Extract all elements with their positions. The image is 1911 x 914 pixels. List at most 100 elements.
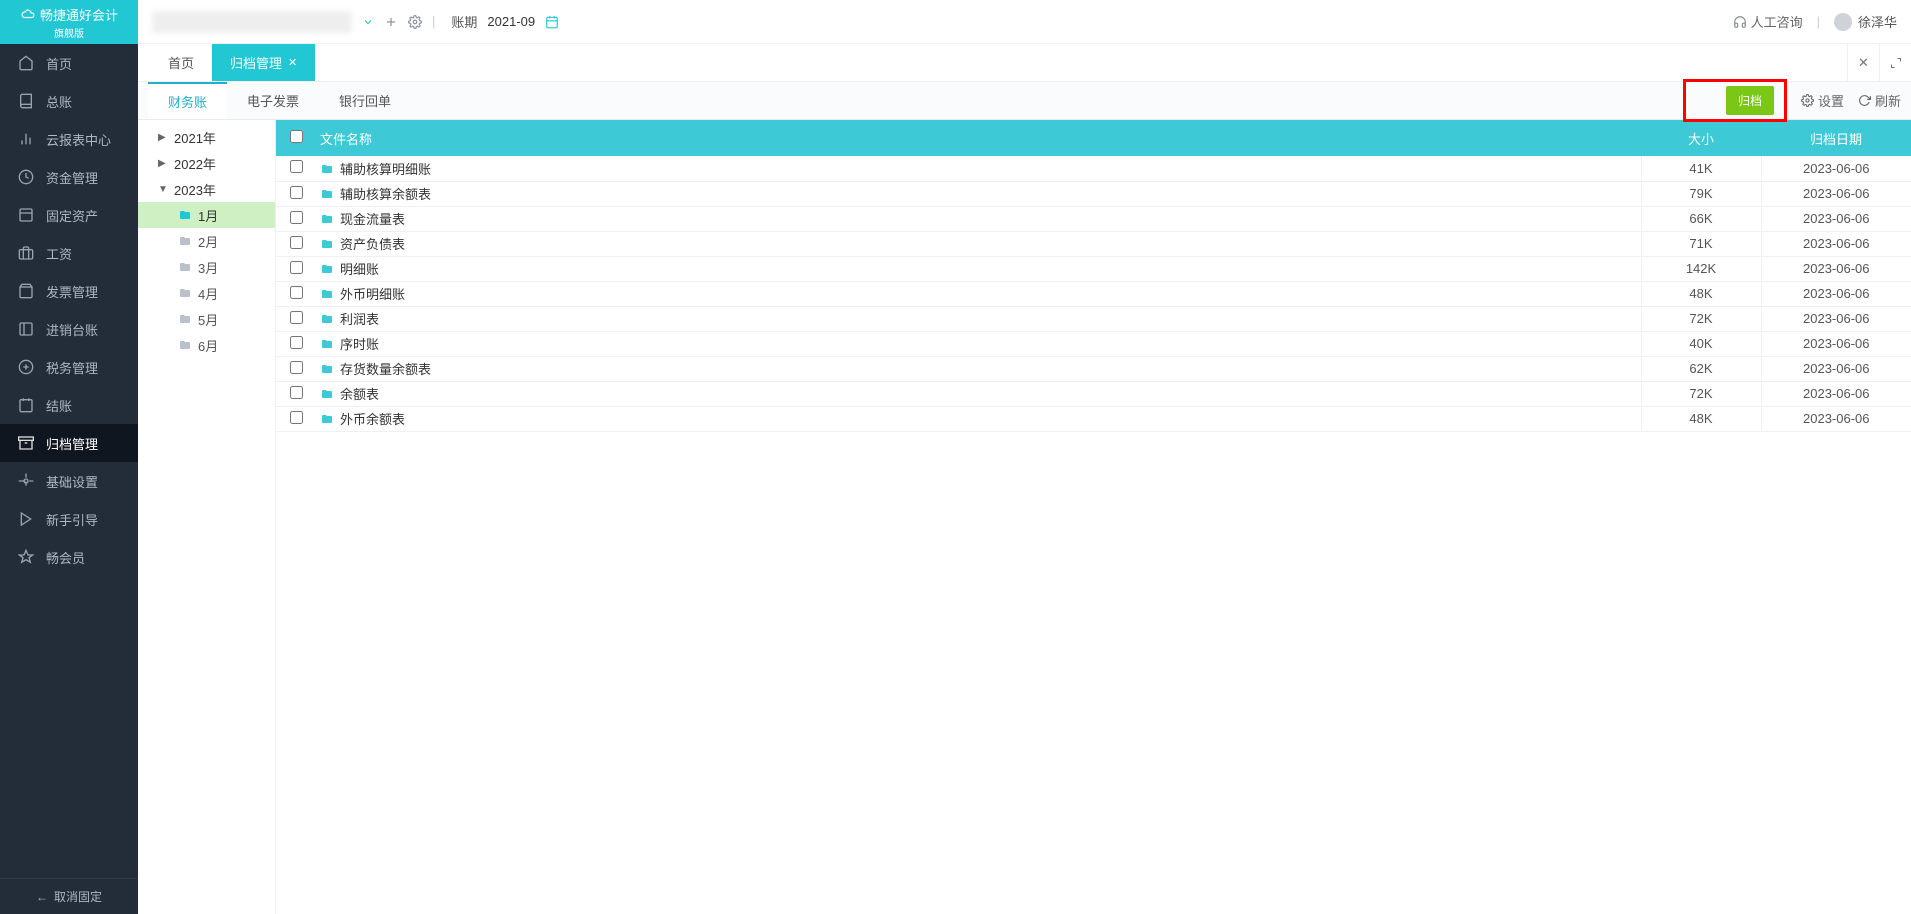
logo[interactable]: 畅捷通好会计 旗舰版 (0, 0, 138, 44)
table-row[interactable]: 余额表72K2023-06-06 (276, 381, 1911, 406)
page-tabs: 首页归档管理✕ ✕ (138, 44, 1911, 82)
consult-link[interactable]: 人工咨询 (1733, 12, 1803, 31)
sidebar-item[interactable]: 固定资产 (0, 196, 138, 234)
main: | 账期 2021-09 人工咨询 | 徐泽华 (138, 0, 1911, 914)
row-checkbox[interactable] (290, 386, 303, 399)
table-row[interactable]: 序时账40K2023-06-06 (276, 331, 1911, 356)
file-size: 72K (1641, 381, 1761, 406)
table-row[interactable]: 现金流量表66K2023-06-06 (276, 206, 1911, 231)
page-tab[interactable]: 首页 (150, 44, 212, 81)
sub-tab[interactable]: 财务账 (148, 82, 227, 119)
sidebar-item[interactable]: 基础设置 (0, 462, 138, 500)
year-node[interactable]: ▼2023年 (138, 176, 275, 202)
month-node[interactable]: 1月 (138, 202, 275, 228)
menu-icon (18, 359, 34, 375)
month-node[interactable]: 2月 (138, 228, 275, 254)
table-row[interactable]: 外币明细账48K2023-06-06 (276, 281, 1911, 306)
year-node[interactable]: ▶2021年 (138, 124, 275, 150)
month-node[interactable]: 4月 (138, 280, 275, 306)
period-value[interactable]: 2021-09 (487, 14, 535, 29)
table-row[interactable]: 外币余额表48K2023-06-06 (276, 406, 1911, 431)
calendar-icon[interactable] (545, 15, 559, 29)
file-size: 72K (1641, 306, 1761, 331)
sidebar-item[interactable]: 进销台账 (0, 310, 138, 348)
close-icon[interactable]: ✕ (288, 56, 297, 69)
row-checkbox[interactable] (290, 361, 303, 374)
fullscreen-button[interactable] (1879, 44, 1911, 81)
sidebar-item[interactable]: 工资 (0, 234, 138, 272)
table-row[interactable]: 利润表72K2023-06-06 (276, 306, 1911, 331)
file-size: 79K (1641, 181, 1761, 206)
brand-text: 畅捷通好会计 (40, 5, 118, 24)
file-size: 142K (1641, 256, 1761, 281)
row-checkbox[interactable] (290, 311, 303, 324)
year-label: 2023年 (174, 180, 216, 199)
row-checkbox[interactable] (290, 160, 303, 173)
company-selector[interactable] (152, 11, 352, 33)
sidebar-item[interactable]: 新手引导 (0, 500, 138, 538)
sidebar-item[interactable]: 云报表中心 (0, 120, 138, 158)
row-checkbox[interactable] (290, 336, 303, 349)
table-row[interactable]: 资产负债表71K2023-06-06 (276, 231, 1911, 256)
month-node[interactable]: 3月 (138, 254, 275, 280)
gear-icon[interactable] (408, 15, 422, 29)
sub-tab[interactable]: 银行回单 (319, 82, 411, 119)
sidebar-item-label: 新手引导 (46, 510, 98, 529)
sidebar-item[interactable]: 发票管理 (0, 272, 138, 310)
row-checkbox[interactable] (290, 411, 303, 424)
sidebar-item-label: 基础设置 (46, 472, 98, 491)
file-name: 序时账 (340, 337, 379, 352)
row-checkbox[interactable] (290, 236, 303, 249)
edition-text: 旗舰版 (54, 25, 84, 40)
user-menu[interactable]: 徐泽华 (1834, 12, 1897, 31)
file-name: 辅助核算余额表 (340, 187, 431, 202)
month-node[interactable]: 5月 (138, 306, 275, 332)
settings-link[interactable]: 设置 (1801, 91, 1844, 110)
col-header-date: 归档日期 (1761, 120, 1911, 156)
username: 徐泽华 (1858, 12, 1897, 31)
sidebar-item[interactable]: 结账 (0, 386, 138, 424)
archive-button[interactable]: 归档 (1726, 86, 1774, 115)
row-checkbox[interactable] (290, 286, 303, 299)
select-all-checkbox[interactable] (290, 130, 303, 143)
sidebar-item-label: 首页 (46, 54, 72, 73)
refresh-icon (1858, 94, 1871, 107)
table-row[interactable]: 明细账142K2023-06-06 (276, 256, 1911, 281)
menu-icon (18, 435, 34, 451)
year-node[interactable]: ▶2022年 (138, 150, 275, 176)
sidebar-item[interactable]: 税务管理 (0, 348, 138, 386)
folder-icon (320, 188, 334, 203)
sidebar-item[interactable]: 归档管理 (0, 424, 138, 462)
month-label: 1月 (198, 206, 218, 225)
file-date: 2023-06-06 (1761, 181, 1911, 206)
month-node[interactable]: 6月 (138, 332, 275, 358)
file-size: 66K (1641, 206, 1761, 231)
file-name: 余额表 (340, 387, 379, 402)
folder-icon (178, 261, 192, 273)
row-checkbox[interactable] (290, 211, 303, 224)
unpin-button[interactable]: ← 取消固定 (0, 878, 138, 914)
file-size: 48K (1641, 406, 1761, 431)
sidebar-item[interactable]: 总账 (0, 82, 138, 120)
row-checkbox[interactable] (290, 261, 303, 274)
refresh-link[interactable]: 刷新 (1858, 91, 1901, 110)
table-row[interactable]: 存货数量余额表62K2023-06-06 (276, 356, 1911, 381)
month-label: 2月 (198, 232, 218, 251)
sidebar-item-label: 发票管理 (46, 282, 98, 301)
plus-icon[interactable] (384, 15, 398, 29)
sidebar-item[interactable]: 首页 (0, 44, 138, 82)
row-checkbox[interactable] (290, 186, 303, 199)
table-row[interactable]: 辅助核算余额表 79K2023-06-06 (276, 181, 1911, 206)
menu-icon (18, 245, 34, 261)
table-row[interactable]: 辅助核算明细账41K2023-06-06 (276, 156, 1911, 181)
sidebar-item[interactable]: 畅会员 (0, 538, 138, 576)
page-tab[interactable]: 归档管理✕ (212, 44, 315, 81)
close-tab-button[interactable]: ✕ (1847, 44, 1879, 81)
arrow-left-icon: ← (36, 890, 48, 904)
sidebar-item[interactable]: 资金管理 (0, 158, 138, 196)
chevron-down-icon[interactable] (362, 16, 374, 28)
file-name: 外币明细账 (340, 287, 405, 302)
file-size: 48K (1641, 281, 1761, 306)
sub-tab[interactable]: 电子发票 (227, 82, 319, 119)
folder-icon (320, 163, 334, 178)
